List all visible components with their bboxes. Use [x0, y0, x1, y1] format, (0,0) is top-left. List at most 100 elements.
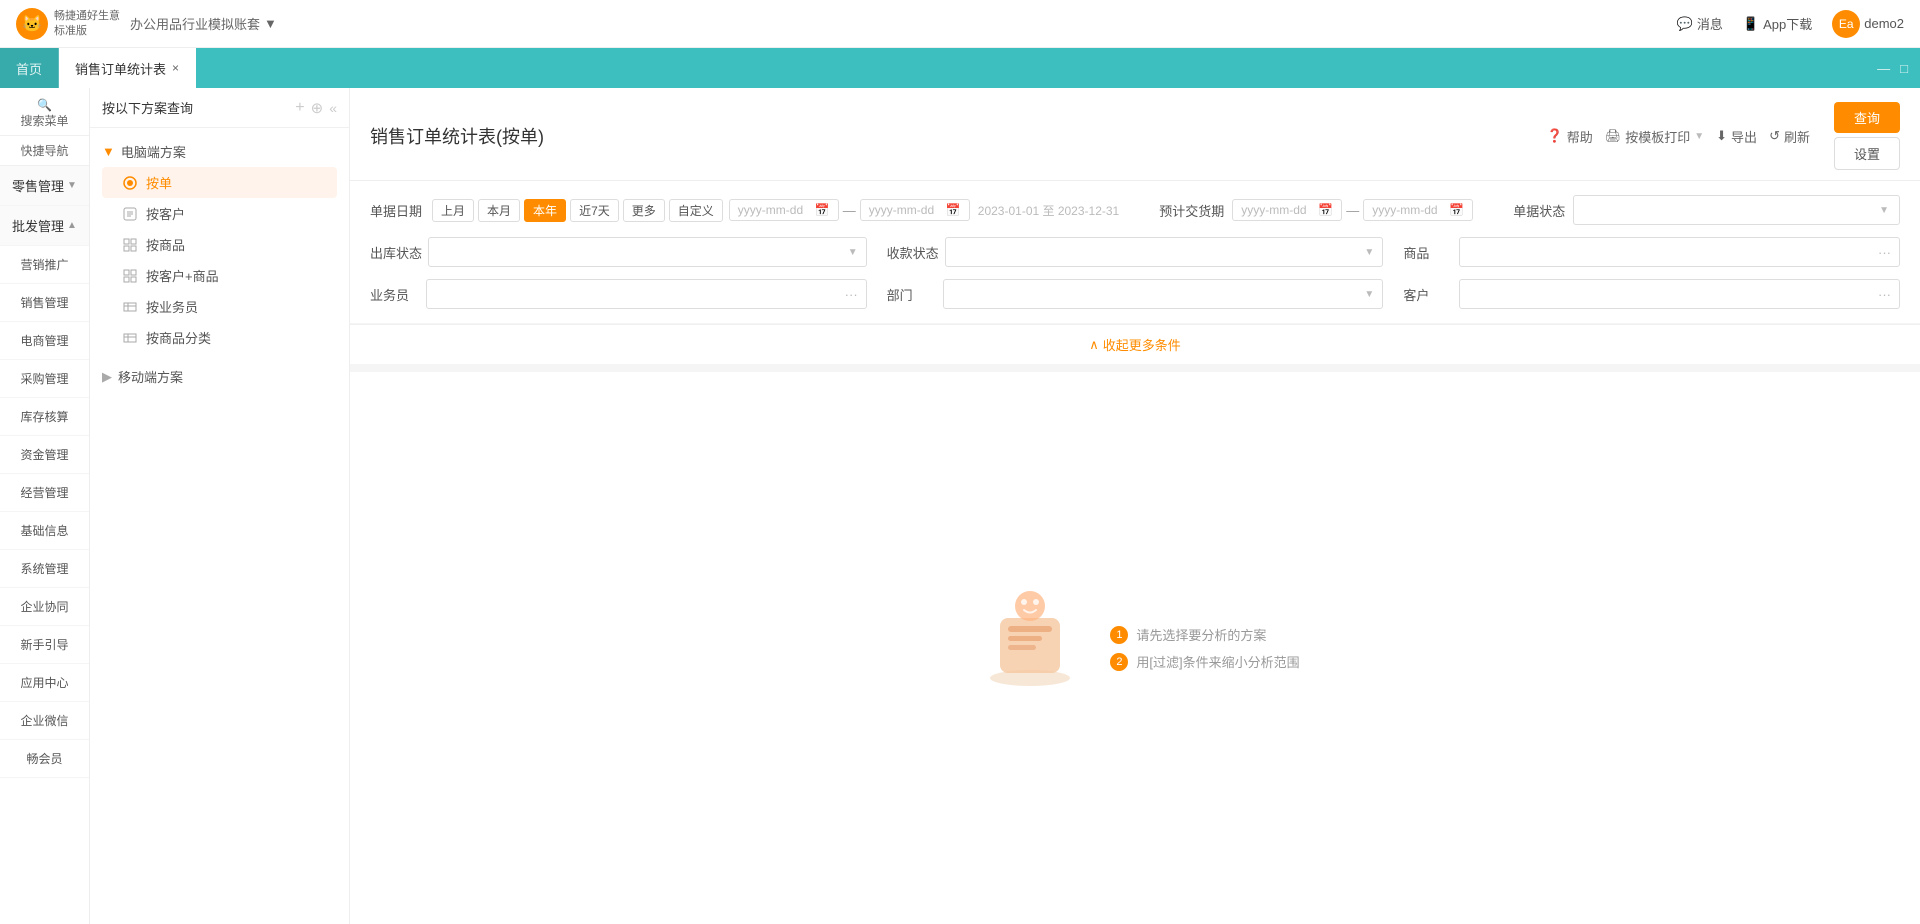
ship-status-label: 出库状态	[370, 243, 422, 262]
collapse-panel-icon[interactable]: «	[329, 100, 337, 116]
breadcrumb[interactable]: 办公用品行业模拟账套 ▼	[130, 14, 277, 33]
sidebar-item-sales[interactable]: 销售管理	[0, 284, 89, 322]
calendar-icon: 📅	[815, 203, 830, 217]
sidebar-item-ecommerce[interactable]: 电商管理	[0, 322, 89, 360]
scheme-item-anshangpinfenlei[interactable]: 按商品分类	[102, 322, 337, 353]
payment-status-select[interactable]: ▼	[945, 237, 1384, 267]
breadcrumb-title: 办公用品行业模拟账套	[130, 14, 260, 33]
left-panel-title: 按以下方案查询	[102, 98, 193, 117]
window-minimize-icon[interactable]: —	[1877, 61, 1890, 76]
collapse-button[interactable]: ∧ 收起更多条件	[350, 324, 1920, 364]
date-btn-last-month[interactable]: 上月	[432, 199, 474, 222]
sidebar-item-member[interactable]: 畅会员	[0, 740, 89, 778]
date-from-input[interactable]: yyyy-mm-dd 📅	[729, 199, 839, 221]
sidebar-search[interactable]: 🔍 搜索菜单	[0, 88, 89, 136]
scheme-icon-ankehu	[122, 206, 138, 222]
status-select-area: ▼	[1573, 195, 1900, 225]
scheme-item-ankehu-shangpin[interactable]: 按客户+商品	[102, 260, 337, 291]
sidebar-item-wholesale[interactable]: 批发管理 ▲	[0, 206, 89, 246]
date-range-display: 2023-01-01 至 2023-12-31	[978, 202, 1119, 219]
scheme-group-mobile[interactable]: ▶ 移动端方案	[102, 361, 337, 392]
dept-select[interactable]: ▼	[943, 279, 1384, 309]
help-button[interactable]: ❓ 帮助	[1547, 127, 1593, 146]
refresh-button[interactable]: ↺ 刷新	[1769, 127, 1810, 146]
scheme-group-mobile-label: 移动端方案	[118, 367, 183, 386]
customer-input[interactable]: ···	[1459, 279, 1900, 309]
sidebar-item-newguide[interactable]: 新手引导	[0, 626, 89, 664]
scheme-item-anshangpin[interactable]: 按商品	[102, 229, 337, 260]
ship-status-select[interactable]: ▼	[428, 237, 867, 267]
sidebar: 🔍 搜索菜单 快捷导航 零售管理 ▼ 批发管理 ▲ 营销推广 销售管理 电商管理…	[0, 88, 90, 924]
expected-date-area: yyyy-mm-dd 📅 — yyyy-mm-dd 📅	[1232, 199, 1473, 221]
empty-hints: 1 请先选择要分析的方案 2 用[过滤]条件来缩小分析范围	[1110, 625, 1299, 671]
print-icon: 🖨	[1605, 128, 1622, 144]
retail-arrow-icon: ▼	[67, 180, 77, 191]
salesperson-input[interactable]: ···	[426, 279, 867, 309]
sidebar-item-purchase[interactable]: 采购管理	[0, 360, 89, 398]
sidebar-item-corpwechat[interactable]: 企业微信	[0, 702, 89, 740]
message-icon: 💬	[1677, 16, 1693, 32]
date-to-input[interactable]: yyyy-mm-dd 📅	[860, 199, 970, 221]
left-panel-actions: + ⊕ «	[295, 99, 337, 117]
date-btn-last-7days[interactable]: 近7天	[570, 199, 619, 222]
logo-icon: 🐱	[16, 8, 48, 40]
filter-grid-row2: 出库状态 ▼ 收款状态 ▼ 商品	[370, 237, 1900, 267]
filter-ship-status: 出库状态 ▼	[370, 237, 867, 267]
dept-label: 部门	[887, 285, 937, 304]
salesperson-more-icon: ···	[845, 287, 858, 302]
query-button[interactable]: 查询	[1834, 102, 1900, 133]
sidebar-item-finance[interactable]: 资金管理	[0, 436, 89, 474]
date-range-separator: —	[843, 203, 856, 218]
page-actions: ❓ 帮助 🖨 按模板打印 ▼ ⬇ 导出 ↺ 刷新 查询	[1547, 102, 1901, 170]
user-area[interactable]: Ea demo2	[1832, 10, 1904, 38]
settings-scheme-icon[interactable]: ⊕	[311, 99, 324, 117]
sidebar-item-marketing[interactable]: 营销推广	[0, 246, 89, 284]
tab-home[interactable]: 首页	[0, 48, 59, 88]
add-scheme-icon[interactable]: +	[295, 99, 304, 117]
tab-close-icon[interactable]: ×	[172, 61, 179, 75]
sidebar-item-retail[interactable]: 零售管理 ▼	[0, 166, 89, 206]
calendar-icon-exp-to: 📅	[1449, 203, 1464, 217]
expected-date-from-input[interactable]: yyyy-mm-dd 📅	[1232, 199, 1342, 221]
template-print-button[interactable]: 🖨 按模板打印 ▼	[1605, 127, 1704, 146]
customer-label: 客户	[1403, 285, 1453, 304]
expected-date-to-input[interactable]: yyyy-mm-dd 📅	[1363, 199, 1473, 221]
app-download-button[interactable]: 📱 App下载	[1743, 14, 1812, 33]
empty-hint-1: 1 请先选择要分析的方案	[1110, 625, 1299, 644]
logo-area: 🐱 畅捷通好生意 标准版	[16, 8, 120, 40]
page-title: 销售订单统计表(按单)	[370, 123, 544, 149]
sidebar-item-inventory[interactable]: 库存核算	[0, 398, 89, 436]
filter-area: 单据日期 上月 本月 本年 近7天 更多 自定义 yyyy-mm-dd 📅 —	[350, 181, 1920, 323]
goods-more-icon: ···	[1878, 245, 1891, 260]
sidebar-item-system[interactable]: 系统管理	[0, 550, 89, 588]
scheme-item-ankehu[interactable]: 按客户	[102, 198, 337, 229]
hint-num-1: 1	[1110, 626, 1128, 644]
scheme-icon-anshangpinfenlei	[122, 330, 138, 346]
sidebar-item-appcenter[interactable]: 应用中心	[0, 664, 89, 702]
settings-button[interactable]: 设置	[1834, 137, 1900, 170]
wholesale-arrow-icon: ▲	[67, 220, 77, 231]
scheme-item-andan[interactable]: 按单	[102, 167, 337, 198]
scheme-item-anyewuyuan[interactable]: 按业务员	[102, 291, 337, 322]
sidebar-item-basic[interactable]: 基础信息	[0, 512, 89, 550]
message-button[interactable]: 💬 消息	[1677, 14, 1723, 33]
date-btn-this-month[interactable]: 本月	[478, 199, 520, 222]
left-panel: 按以下方案查询 + ⊕ « ▼ 电脑端方案 按单	[90, 88, 350, 924]
scheme-group-desktop[interactable]: ▼ 电脑端方案	[102, 136, 337, 167]
date-btn-this-year[interactable]: 本年	[524, 199, 566, 222]
date-btn-custom[interactable]: 自定义	[669, 199, 723, 222]
sidebar-item-operations[interactable]: 经营管理	[0, 474, 89, 512]
filter-grid-row3: 业务员 ··· 部门 ▼ 客户	[370, 279, 1900, 309]
sidebar-item-enterprise[interactable]: 企业协同	[0, 588, 89, 626]
goods-input[interactable]: ···	[1459, 237, 1900, 267]
export-button[interactable]: ⬇ 导出	[1716, 127, 1757, 146]
sidebar-quick-nav[interactable]: 快捷导航	[0, 136, 89, 166]
status-select[interactable]: ▼	[1573, 195, 1900, 225]
window-maximize-icon[interactable]: □	[1900, 61, 1908, 76]
help-icon: ❓	[1547, 128, 1563, 144]
collapse-arrow-icon: ∧	[1089, 337, 1099, 353]
tab-sales-order[interactable]: 销售订单统计表 ×	[59, 48, 196, 88]
empty-state: 1 请先选择要分析的方案 2 用[过滤]条件来缩小分析范围	[350, 372, 1920, 924]
date-btn-more[interactable]: 更多	[623, 199, 665, 222]
breadcrumb-dropdown-icon[interactable]: ▼	[264, 16, 277, 31]
